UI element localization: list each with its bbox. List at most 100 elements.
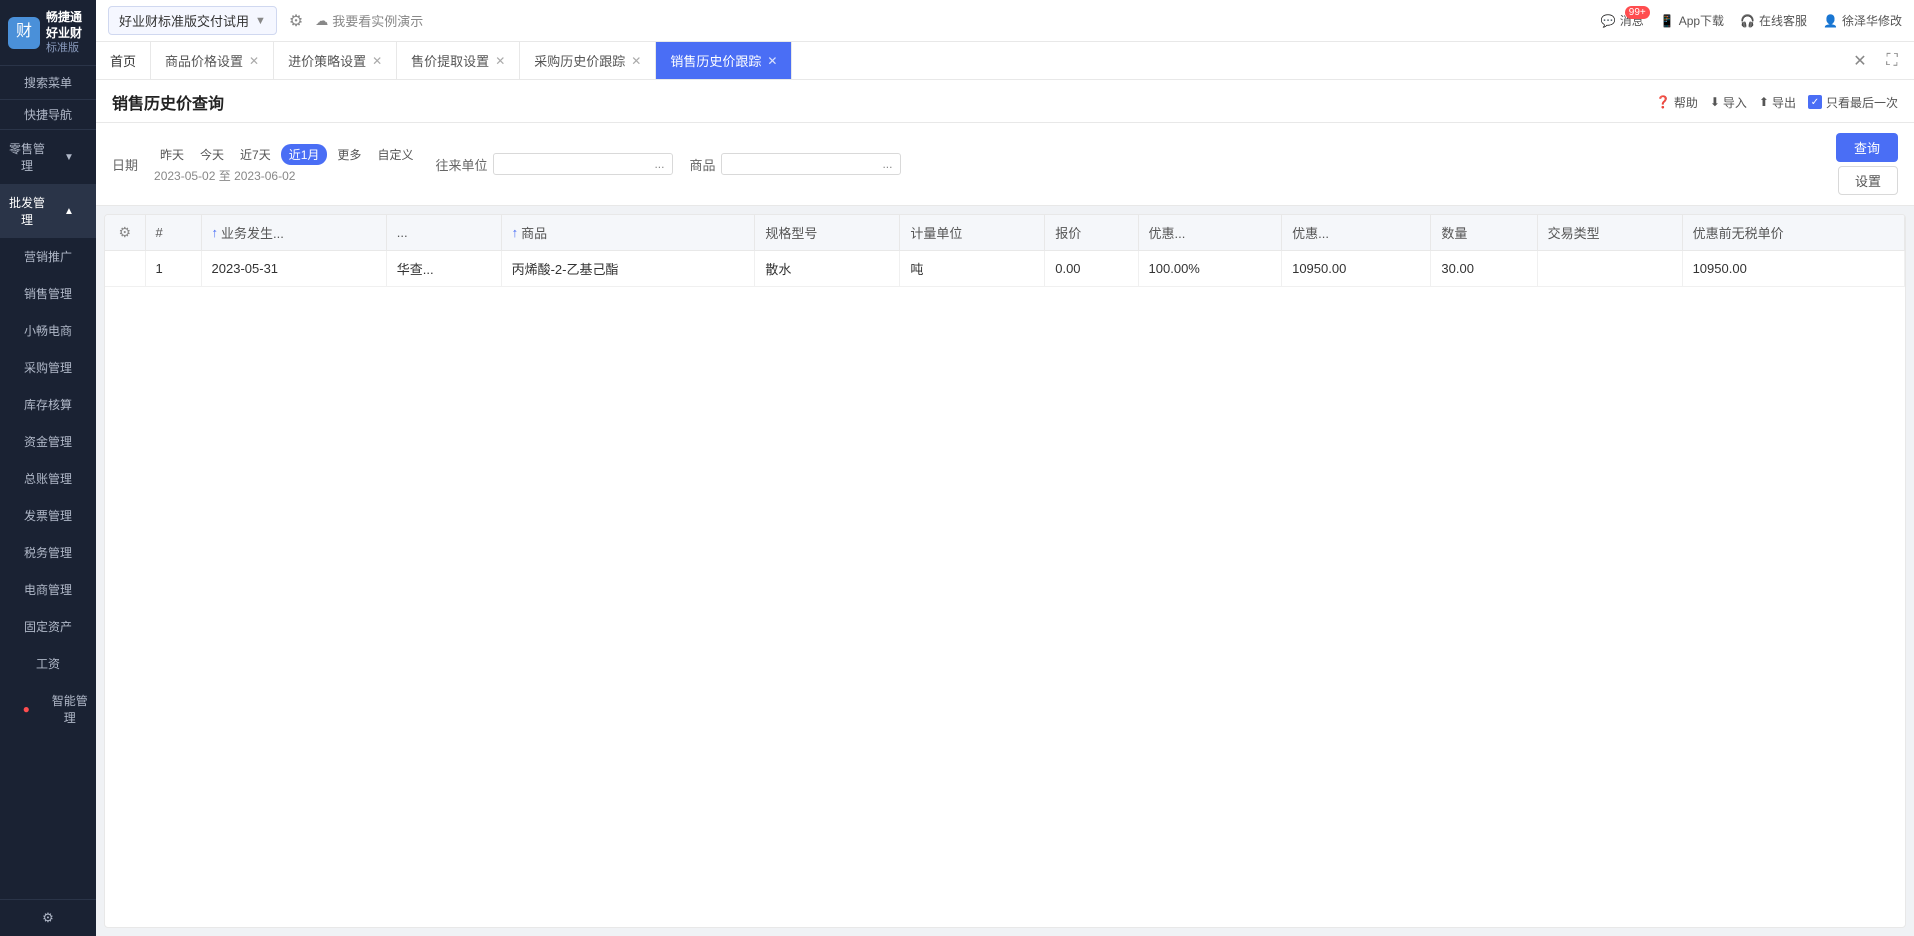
sidebar-item-accounting[interactable]: 总账管理 [0,460,96,497]
sidebar-quick-nav[interactable]: 快捷导航 [0,100,96,130]
topbar-settings-icon: ⚙ [289,13,303,30]
wholesale-arrow-icon: ▲ [48,206,90,217]
th-goods[interactable]: ↑ 商品 [501,215,755,251]
headset-icon: 🎧 [1740,14,1755,28]
th-unit: 计量单位 [900,215,1045,251]
workspace-label: 好业财标准版交付试用 [119,11,249,30]
topbar-right: 💬 消息 99+ 📱 App下载 🎧 在线客服 👤 徐泽华修改 [1601,12,1902,29]
tab-price[interactable]: 商品价格设置 ✕ [151,42,274,80]
smart-dot-icon: ● [6,702,47,716]
online-service-btn[interactable]: 🎧 在线客服 [1740,12,1807,29]
last-only-checkbox[interactable]: ✓ [1808,95,1822,109]
help-link[interactable]: ❓ 帮助 [1656,94,1698,111]
date-yesterday[interactable]: 昨天 [154,144,190,165]
goods-sort-icon: ↑ [512,225,519,240]
filter-actions: 查询 设置 [1836,133,1898,195]
cell-gear [105,251,145,287]
goods-input[interactable]: ... [721,153,901,175]
date-today[interactable]: 今天 [194,144,230,165]
workspace-selector[interactable]: 好业财标准版交付试用 ▼ [108,6,277,35]
sidebar-item-sales[interactable]: 销售管理 [0,275,96,312]
goods-filter-group: 商品 ... [689,153,901,175]
sidebar-search[interactable]: 搜索菜单 [0,66,96,100]
message-badge: 99+ [1625,6,1650,19]
sidebar-item-purchase[interactable]: 采购管理 [0,349,96,386]
logo-title: 畅捷通好业财 [46,10,88,41]
sidebar-item-wholesale[interactable]: 批发管理 ▲ [0,184,96,238]
date-range-display: 2023-05-02 至 2023-06-02 [154,167,419,184]
tab-sales-history[interactable]: 销售历史价跟踪 ✕ [656,42,792,80]
sidebar-item-ecommerce-small[interactable]: 小畅电商 [0,312,96,349]
settings-icon: ⚙ [42,910,54,925]
topbar: 好业财标准版交付试用 ▼ ⚙ ☁ 我要看实例演示 💬 消息 99+ 📱 App下… [96,0,1914,42]
date-last7[interactable]: 近7天 [234,144,277,165]
tab-purchase-history[interactable]: 采购历史价跟踪 ✕ [520,42,656,80]
supplier-dots-icon: ... [654,157,664,171]
logo: 财 畅捷通好业财 标准版 [0,0,96,66]
sidebar-item-invoice[interactable]: 发票管理 [0,497,96,534]
user-menu-btn[interactable]: 👤 徐泽华修改 [1823,12,1902,29]
workspace-arrow-icon: ▼ [255,15,266,27]
th-more[interactable]: ... [386,215,501,251]
query-button[interactable]: 查询 [1836,133,1898,162]
th-qty: 数量 [1431,215,1537,251]
topbar-settings-btn[interactable]: ⚙ [289,11,303,31]
app-download-btn[interactable]: 📱 App下载 [1660,12,1724,29]
tab-purchase-history-close[interactable]: ✕ [631,54,641,68]
th-discount1: 优惠... [1138,215,1282,251]
date-last1month[interactable]: 近1月 [281,144,328,165]
th-gear[interactable]: ⚙ [105,215,145,251]
th-discount2: 优惠... [1282,215,1431,251]
tab-purchase-strategy[interactable]: 进价策略设置 ✕ [274,42,397,80]
tab-price-close[interactable]: ✕ [249,54,259,68]
last-only-checkbox-label[interactable]: ✓ 只看最后一次 [1808,94,1898,111]
logo-sub: 标准版 [46,41,88,55]
demo-icon: ☁ [315,13,328,29]
tab-sale-extract-close[interactable]: ✕ [495,54,505,68]
message-btn[interactable]: 💬 消息 99+ [1601,12,1644,29]
sidebar-item-payroll[interactable]: 工资 [0,645,96,682]
date-more[interactable]: 更多 [331,144,367,165]
tab-expand-btn[interactable]: ⛶ [1878,47,1906,75]
sidebar-item-assets[interactable]: 固定资产 [0,608,96,645]
sidebar-item-ecommerce[interactable]: 电商管理 [0,571,96,608]
sidebar-item-marketing[interactable]: 营销推广 [0,238,96,275]
supplier-label: 往来单位 [435,155,487,174]
cell-discount1: 100.00% [1138,251,1282,287]
tabbar-controls: ✕ ⛶ [1846,47,1914,75]
message-icon: 💬 [1601,14,1616,28]
export-icon: ⬆ [1759,95,1769,109]
cell-discount2: 10950.00 [1282,251,1431,287]
goods-dots-icon: ... [882,157,892,171]
page-actions: ❓ 帮助 ⬇ 导入 ⬆ 导出 ✓ 只看最后一次 [1656,94,1898,111]
filter-settings-button[interactable]: 设置 [1838,166,1898,195]
page-header: 销售历史价查询 ❓ 帮助 ⬇ 导入 ⬆ 导出 ✓ [96,80,1914,123]
tab-sale-extract[interactable]: 售价提取设置 ✕ [397,42,520,80]
table-area: ⚙ # ↑ 业务发生... ... [104,214,1906,928]
tab-home[interactable]: 首页 [96,42,151,80]
cell-pretax-price: 10950.00 [1682,251,1904,287]
page-title-row: 销售历史价查询 ❓ 帮助 ⬇ 导入 ⬆ 导出 ✓ [112,90,1898,122]
cell-num: 1 [145,251,201,287]
th-biz-date[interactable]: ↑ 业务发生... [201,215,386,251]
page-title: 销售历史价查询 [112,90,224,114]
export-link[interactable]: ⬆ 导出 [1759,94,1796,111]
cell-more: 华查... [386,251,501,287]
tab-purchase-strategy-close[interactable]: ✕ [372,54,382,68]
import-link[interactable]: ⬇ 导入 [1710,94,1747,111]
supplier-input[interactable]: ... [493,153,673,175]
sidebar-item-retail[interactable]: 零售管理 ▼ [0,130,96,184]
sidebar-item-inventory[interactable]: 库存核算 [0,386,96,423]
table-row[interactable]: 1 2023-05-31 华查... 丙烯酸-2-乙基己酯 散水 吨 0.00 … [105,251,1905,287]
tab-sales-history-close[interactable]: ✕ [767,54,777,68]
sidebar-item-smart[interactable]: ● 智能管理 [0,682,96,736]
phone-icon: 📱 [1660,14,1675,28]
demo-link[interactable]: ☁ 我要看实例演示 [315,11,423,30]
sidebar-item-tax[interactable]: 税务管理 [0,534,96,571]
th-trade-type: 交易类型 [1537,215,1682,251]
sidebar-item-funds[interactable]: 资金管理 [0,423,96,460]
sidebar-settings-btn[interactable]: ⚙ [0,899,96,936]
tab-close-btn[interactable]: ✕ [1846,47,1874,75]
th-num: # [145,215,201,251]
date-custom[interactable]: 自定义 [371,144,419,165]
